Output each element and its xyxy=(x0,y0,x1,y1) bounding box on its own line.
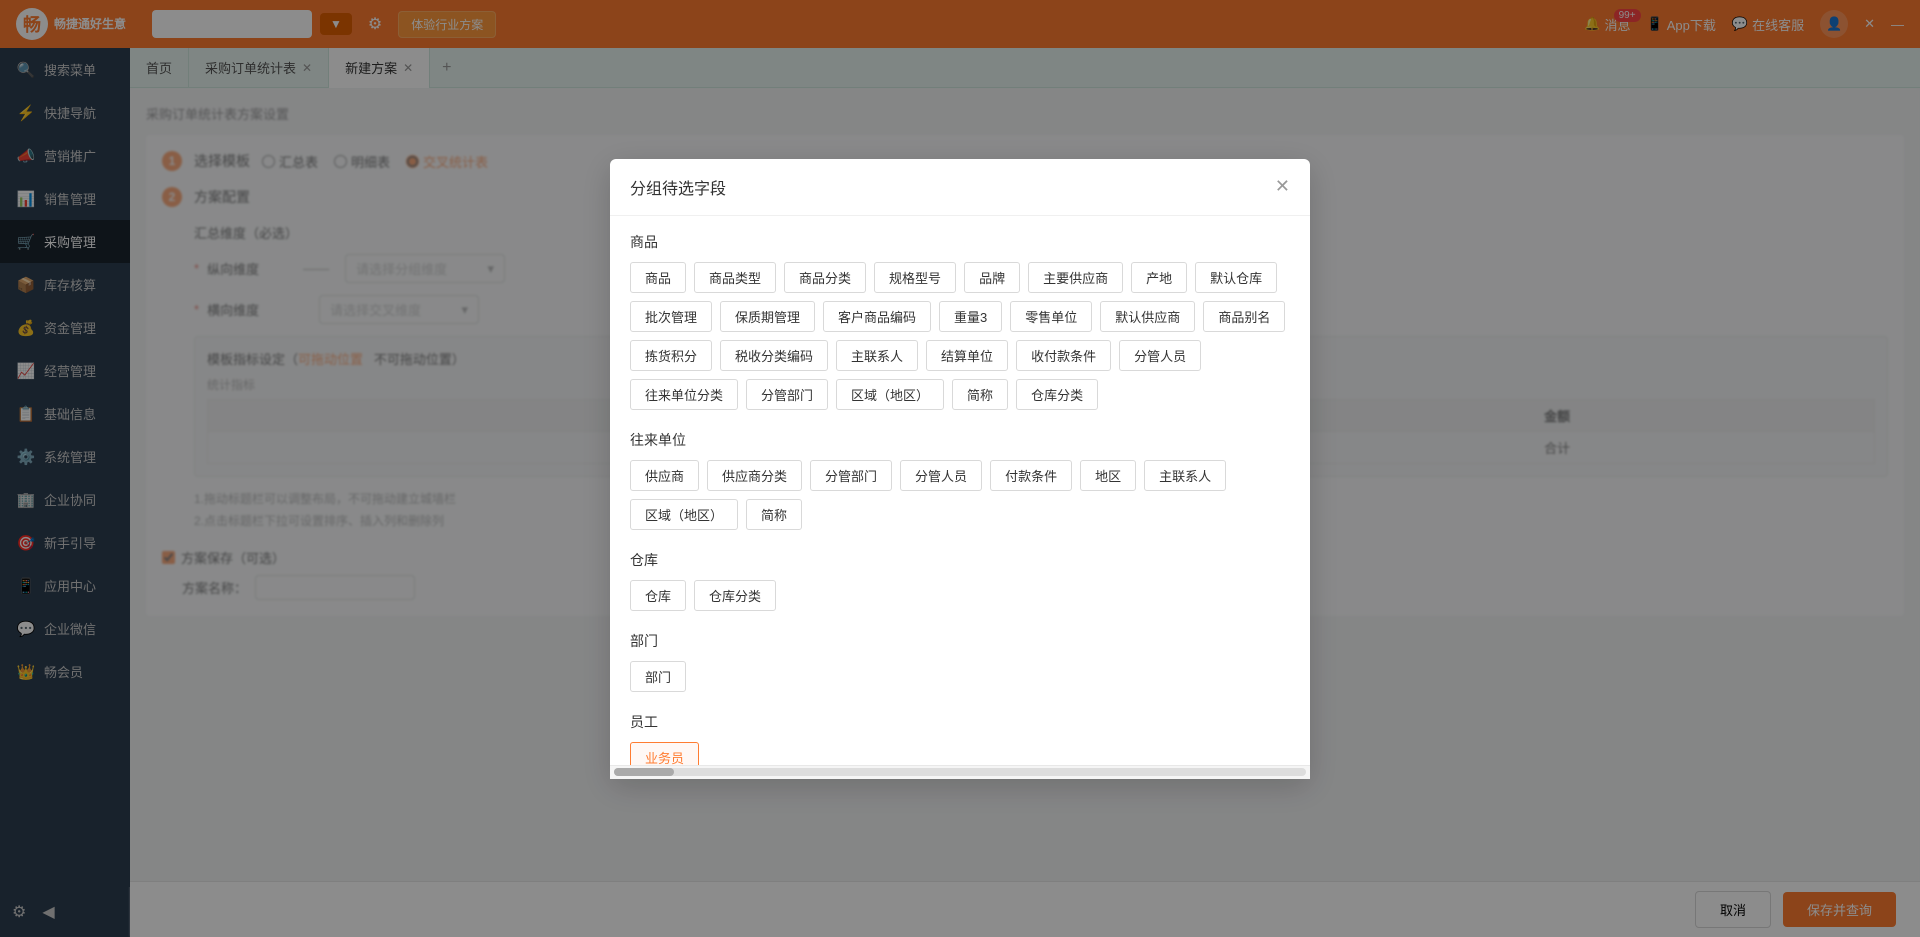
field-chip-batch-mgmt[interactable]: 批次管理 xyxy=(630,301,712,332)
field-chips-warehouse: 仓库仓库分类 xyxy=(630,580,1290,611)
section-title-product: 商品 xyxy=(630,232,1290,252)
section-employee: 员工业务员 xyxy=(630,712,1290,766)
field-chip-payment-terms[interactable]: 收付款条件 xyxy=(1016,340,1111,371)
field-chip-customer-code[interactable]: 客户商品编码 xyxy=(823,301,931,332)
modal-header: 分组待选字段 ✕ xyxy=(610,159,1310,216)
field-chip-warehouse-category[interactable]: 仓库分类 xyxy=(1016,379,1098,410)
section-warehouse: 仓库仓库仓库分类 xyxy=(630,550,1290,611)
field-chip-product-alias[interactable]: 商品别名 xyxy=(1203,301,1285,332)
field-chip-contact[interactable]: 主联系人 xyxy=(1144,460,1226,491)
section-department: 部门部门 xyxy=(630,631,1290,692)
field-chip-dept[interactable]: 分管部门 xyxy=(810,460,892,491)
modal-body: 商品商品商品类型商品分类规格型号品牌主要供应商产地默认仓库批次管理保质期管理客户… xyxy=(610,216,1310,766)
section-title-warehouse: 仓库 xyxy=(630,550,1290,570)
field-chip-settlement-unit[interactable]: 结算单位 xyxy=(926,340,1008,371)
modal-close-icon[interactable]: ✕ xyxy=(1275,176,1290,197)
field-chip-default-warehouse[interactable]: 默认仓库 xyxy=(1195,262,1277,293)
field-chip-area-region[interactable]: 区域（地区） xyxy=(630,499,738,530)
field-chip-product-type[interactable]: 商品类型 xyxy=(694,262,776,293)
field-chip-payment-cond[interactable]: 付款条件 xyxy=(990,460,1072,491)
section-title-employee: 员工 xyxy=(630,712,1290,732)
section-product: 商品商品商品类型商品分类规格型号品牌主要供应商产地默认仓库批次管理保质期管理客户… xyxy=(630,232,1290,410)
section-title-department: 部门 xyxy=(630,631,1290,651)
field-chip-origin[interactable]: 产地 xyxy=(1131,262,1187,293)
field-chip-tax-code[interactable]: 税收分类编码 xyxy=(720,340,828,371)
modal-title: 分组待选字段 xyxy=(630,175,726,199)
field-chip-short-name[interactable]: 简称 xyxy=(952,379,1008,410)
field-chip-spec-type[interactable]: 规格型号 xyxy=(874,262,956,293)
field-chip-brand[interactable]: 品牌 xyxy=(964,262,1020,293)
field-chip-wh[interactable]: 仓库 xyxy=(630,580,686,611)
field-chip-retail-unit[interactable]: 零售单位 xyxy=(1010,301,1092,332)
field-chip-region-area[interactable]: 区域（地区） xyxy=(836,379,944,410)
field-chip-supplier-category[interactable]: 供应商分类 xyxy=(707,460,802,491)
field-chip-dept-manager[interactable]: 分管人员 xyxy=(900,460,982,491)
modal-overlay[interactable]: 分组待选字段 ✕ 商品商品商品类型商品分类规格型号品牌主要供应商产地默认仓库批次… xyxy=(0,0,1920,937)
field-chips-department: 部门 xyxy=(630,661,1290,692)
field-select-modal: 分组待选字段 ✕ 商品商品商品类型商品分类规格型号品牌主要供应商产地默认仓库批次… xyxy=(610,159,1310,779)
field-chip-managed-dept[interactable]: 分管部门 xyxy=(746,379,828,410)
field-chip-abbr[interactable]: 简称 xyxy=(746,499,802,530)
field-chip-region[interactable]: 地区 xyxy=(1080,460,1136,491)
field-chips-transaction: 供应商供应商分类分管部门分管人员付款条件地区主联系人区域（地区） 简称 xyxy=(630,460,1290,530)
field-chip-product-category[interactable]: 商品分类 xyxy=(784,262,866,293)
field-chip-manager[interactable]: 分管人员 xyxy=(1119,340,1201,371)
field-chip-default-supplier[interactable]: 默认供应商 xyxy=(1100,301,1195,332)
field-chip-weight3[interactable]: 重量3 xyxy=(939,301,1002,332)
field-chips-employee: 业务员 xyxy=(630,742,1290,766)
modal-horizontal-scrollbar[interactable] xyxy=(610,765,1310,778)
field-chip-main-contact[interactable]: 主联系人 xyxy=(836,340,918,371)
field-chip-shelf-points[interactable]: 拣货积分 xyxy=(630,340,712,371)
field-chip-department[interactable]: 部门 xyxy=(630,661,686,692)
field-chip-expiry-mgmt[interactable]: 保质期管理 xyxy=(720,301,815,332)
field-chip-wh-category[interactable]: 仓库分类 xyxy=(694,580,776,611)
field-chip-source-unit-category[interactable]: 往来单位分类 xyxy=(630,379,738,410)
field-chip-main-supplier[interactable]: 主要供应商 xyxy=(1028,262,1123,293)
section-title-transaction: 往来单位 xyxy=(630,430,1290,450)
field-chip-supplier[interactable]: 供应商 xyxy=(630,460,699,491)
field-chips-product: 商品商品类型商品分类规格型号品牌主要供应商产地默认仓库批次管理保质期管理客户商品… xyxy=(630,262,1290,410)
field-chip-product[interactable]: 商品 xyxy=(630,262,686,293)
field-chip-salesperson[interactable]: 业务员 xyxy=(630,742,699,766)
section-transaction: 往来单位供应商供应商分类分管部门分管人员付款条件地区主联系人区域（地区） 简称 xyxy=(630,430,1290,530)
